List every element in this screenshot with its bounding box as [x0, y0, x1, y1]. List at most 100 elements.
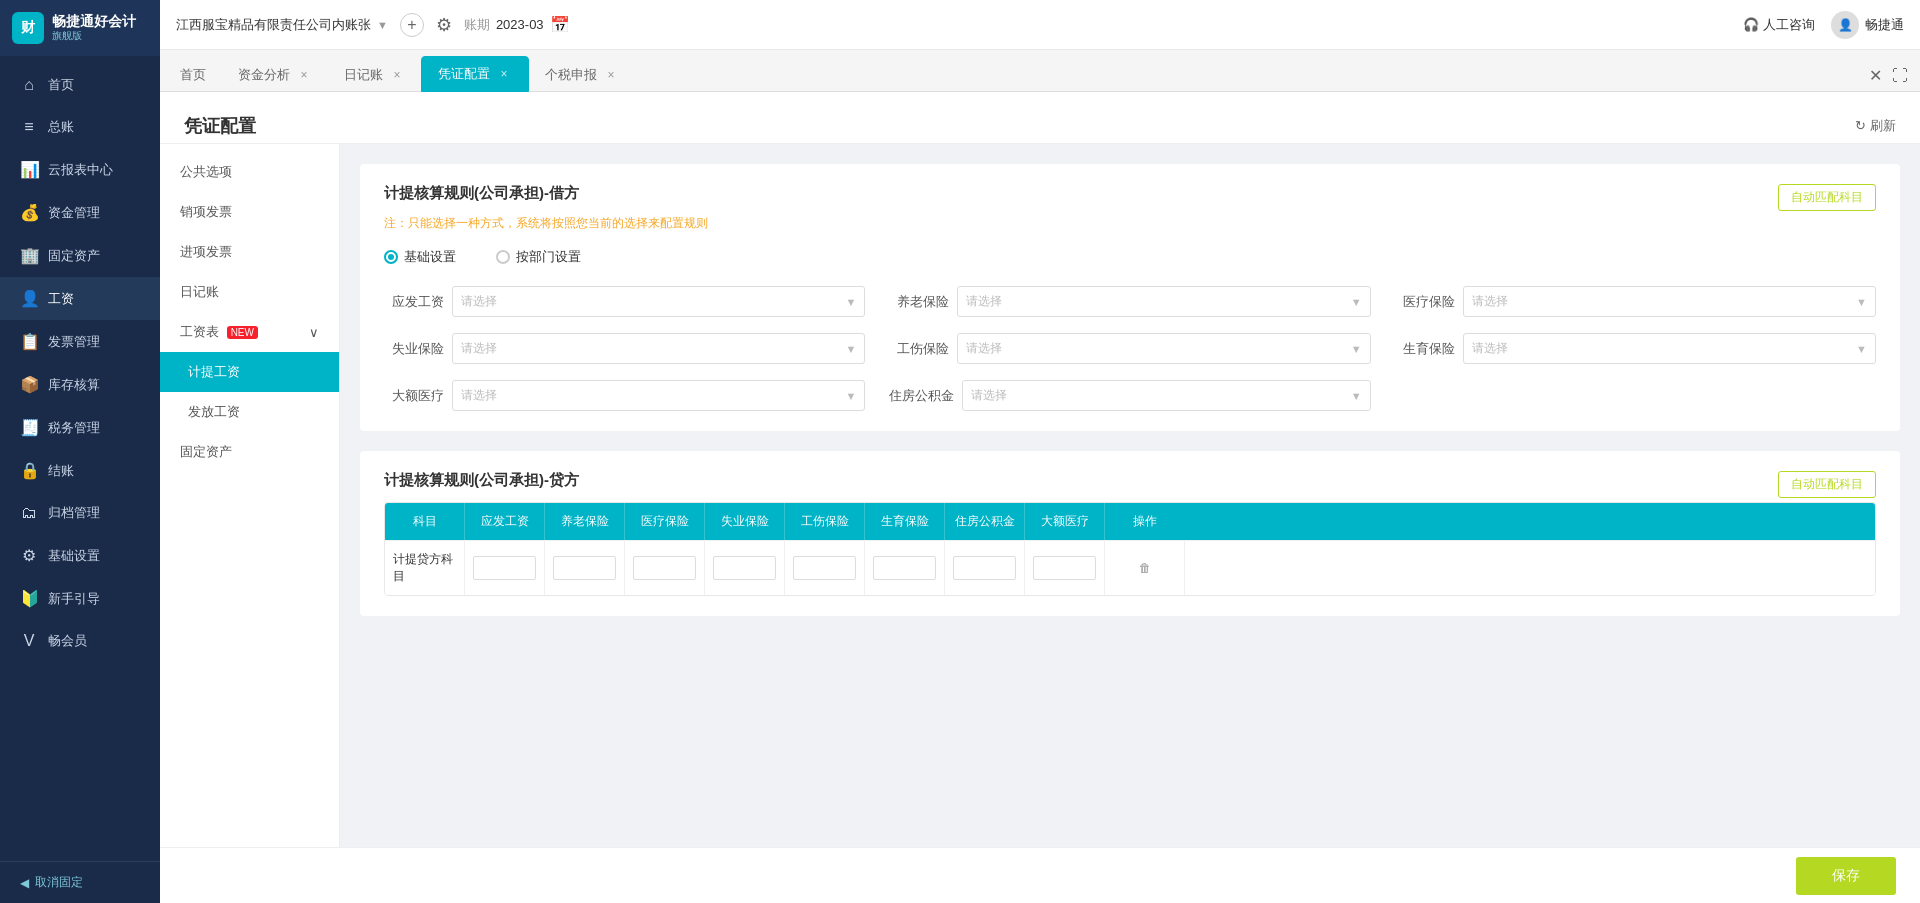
- debit-form-grid: 应发工资 请选择 ▼ 养老保险 请选择 ▼: [384, 286, 1876, 411]
- nav-payroll-calc[interactable]: 计提工资: [160, 352, 339, 392]
- select-yiliao[interactable]: 请选择 ▼: [1463, 286, 1876, 317]
- topbar: 江西服宝精品有限责任公司内账张 ▼ + ⚙ 账期 2023-03 📅 🎧 人工咨…: [160, 0, 1920, 50]
- credit-section-title: 计提核算规则(公司承担)-贷方: [384, 471, 1876, 490]
- cell-yingfa[interactable]: [465, 541, 545, 595]
- input-gongshang[interactable]: [793, 556, 856, 580]
- select-gjj[interactable]: 请选择 ▼: [962, 380, 1370, 411]
- support-label: 人工咨询: [1763, 16, 1815, 34]
- input-yingfa[interactable]: [473, 556, 536, 580]
- tab-journal[interactable]: 日记账 ×: [328, 58, 421, 92]
- sidebar-label-asset: 固定资产: [48, 247, 100, 265]
- input-dae[interactable]: [1033, 556, 1096, 580]
- input-gjj[interactable]: [953, 556, 1016, 580]
- select-yanglao[interactable]: 请选择 ▼: [957, 286, 1370, 317]
- input-yanglao[interactable]: [553, 556, 616, 580]
- sidebar-pin-toggle[interactable]: ◀ 取消固定: [0, 861, 160, 903]
- sidebar-item-guide[interactable]: 🔰 新手引导: [0, 577, 160, 620]
- select-shiye[interactable]: 请选择 ▼: [452, 333, 865, 364]
- sidebar-item-vip[interactable]: V 畅会员: [0, 620, 160, 662]
- auto-match-credit-button[interactable]: 自动匹配科目: [1778, 471, 1876, 498]
- input-yiliao[interactable]: [633, 556, 696, 580]
- tab-journal-label: 日记账: [344, 66, 383, 84]
- nav-payroll-group-label: 工资表 NEW: [180, 323, 258, 341]
- nav-sales[interactable]: 销项发票: [160, 192, 339, 232]
- sidebar-item-fund[interactable]: 💰 资金管理: [0, 191, 160, 234]
- select-shengyu[interactable]: 请选择 ▼: [1463, 333, 1876, 364]
- row-label: 计提贷方科目: [385, 541, 465, 595]
- select-gongshang[interactable]: 请选择 ▼: [957, 333, 1370, 364]
- sidebar-item-archive[interactable]: 🗂 归档管理: [0, 492, 160, 534]
- nav-payroll-issue[interactable]: 发放工资: [160, 392, 339, 432]
- company-selector[interactable]: 江西服宝精品有限责任公司内账张 ▼: [176, 16, 388, 34]
- cell-shiye[interactable]: [705, 541, 785, 595]
- calendar-icon[interactable]: 📅: [550, 15, 570, 34]
- radio-dept-label: 按部门设置: [516, 248, 581, 266]
- sidebar-item-invoice[interactable]: 📋 发票管理: [0, 320, 160, 363]
- cell-dae[interactable]: [1025, 541, 1105, 595]
- select-yingfa[interactable]: 请选择 ▼: [452, 286, 865, 317]
- sidebar-label-home: 首页: [48, 76, 74, 94]
- nav-public[interactable]: 公共选项: [160, 152, 339, 192]
- sidebar-item-home[interactable]: ⌂ 首页: [0, 64, 160, 106]
- sidebar-item-tax[interactable]: 🧾 税务管理: [0, 406, 160, 449]
- tab-fund-close[interactable]: ×: [296, 67, 312, 83]
- invoice-icon: 📋: [20, 332, 38, 351]
- sidebar-item-asset[interactable]: 🏢 固定资产: [0, 234, 160, 277]
- tab-tax[interactable]: 个税申报 ×: [529, 58, 635, 92]
- tab-voucher[interactable]: 凭证配置 ×: [421, 56, 529, 92]
- tab-tax-close[interactable]: ×: [603, 67, 619, 83]
- radio-basic[interactable]: 基础设置: [384, 248, 456, 266]
- tab-voucher-close[interactable]: ×: [496, 66, 512, 82]
- nav-purchase[interactable]: 进项发票: [160, 232, 339, 272]
- col-yiliao: 医疗保险: [625, 503, 705, 540]
- ledger-icon: ≡: [20, 118, 38, 136]
- cell-shengyu[interactable]: [865, 541, 945, 595]
- asset-icon: 🏢: [20, 246, 38, 265]
- reports-icon: 📊: [20, 160, 38, 179]
- sidebar-item-payroll[interactable]: 👤 工资: [0, 277, 160, 320]
- tab-home[interactable]: 首页: [164, 58, 222, 92]
- cell-action[interactable]: 🗑: [1105, 541, 1185, 595]
- credit-section: 计提核算规则(公司承担)-贷方 自动匹配科目 科目 应发工资 养老保险 医疗保险…: [360, 451, 1900, 616]
- sidebar-item-ledger[interactable]: ≡ 总账: [0, 106, 160, 148]
- refresh-button[interactable]: ↻ 刷新: [1855, 117, 1896, 135]
- home-icon: ⌂: [20, 76, 38, 94]
- sidebar-label-fund: 资金管理: [48, 204, 100, 222]
- sidebar-item-inventory[interactable]: 📦 库存核算: [0, 363, 160, 406]
- cell-gjj[interactable]: [945, 541, 1025, 595]
- close-tab-button[interactable]: ✕: [1869, 66, 1882, 85]
- chevron-down-icon: ▼: [1351, 343, 1362, 355]
- cell-yanglao[interactable]: [545, 541, 625, 595]
- refresh-label: 刷新: [1870, 117, 1896, 135]
- settings-gear-button[interactable]: ⚙: [436, 14, 452, 36]
- select-dae[interactable]: 请选择 ▼: [452, 380, 865, 411]
- input-shengyu[interactable]: [873, 556, 936, 580]
- main-area: 江西服宝精品有限责任公司内账张 ▼ + ⚙ 账期 2023-03 📅 🎧 人工咨…: [160, 0, 1920, 903]
- sidebar-item-settings[interactable]: ⚙ 基础设置: [0, 534, 160, 577]
- user-menu[interactable]: 👤 畅捷通: [1831, 11, 1904, 39]
- nav-fixed-asset[interactable]: 固定资产: [160, 432, 339, 472]
- radio-dept[interactable]: 按部门设置: [496, 248, 581, 266]
- cell-yiliao[interactable]: [625, 541, 705, 595]
- col-yanglao: 养老保险: [545, 503, 625, 540]
- input-shiye[interactable]: [713, 556, 776, 580]
- nav-journal[interactable]: 日记账: [160, 272, 339, 312]
- auto-match-debit-button[interactable]: 自动匹配科目: [1778, 184, 1876, 211]
- chevron-down-icon: ▼: [1856, 296, 1867, 308]
- add-company-button[interactable]: +: [400, 13, 424, 37]
- save-button[interactable]: 保存: [1796, 857, 1896, 895]
- field-yingfa: 应发工资 请选择 ▼: [384, 286, 865, 317]
- sidebar-label-settings: 基础设置: [48, 547, 100, 565]
- nav-payroll-group[interactable]: 工资表 NEW ∨: [160, 312, 339, 352]
- sidebar-item-reports[interactable]: 📊 云报表中心: [0, 148, 160, 191]
- field-gjj: 住房公积金 请选择 ▼: [889, 380, 1370, 411]
- expand-button[interactable]: ⛶: [1892, 67, 1908, 85]
- col-dae: 大额医疗: [1025, 503, 1105, 540]
- cell-gongshang[interactable]: [785, 541, 865, 595]
- left-nav: 公共选项 销项发票 进项发票 日记账 工资表 NEW ∨ 计提工资 发放工资 固…: [160, 144, 340, 847]
- tab-journal-close[interactable]: ×: [389, 67, 405, 83]
- sidebar-item-close[interactable]: 🔒 结账: [0, 449, 160, 492]
- delete-icon[interactable]: 🗑: [1139, 561, 1151, 575]
- support-button[interactable]: 🎧 人工咨询: [1743, 16, 1815, 34]
- tab-fund[interactable]: 资金分析 ×: [222, 58, 328, 92]
